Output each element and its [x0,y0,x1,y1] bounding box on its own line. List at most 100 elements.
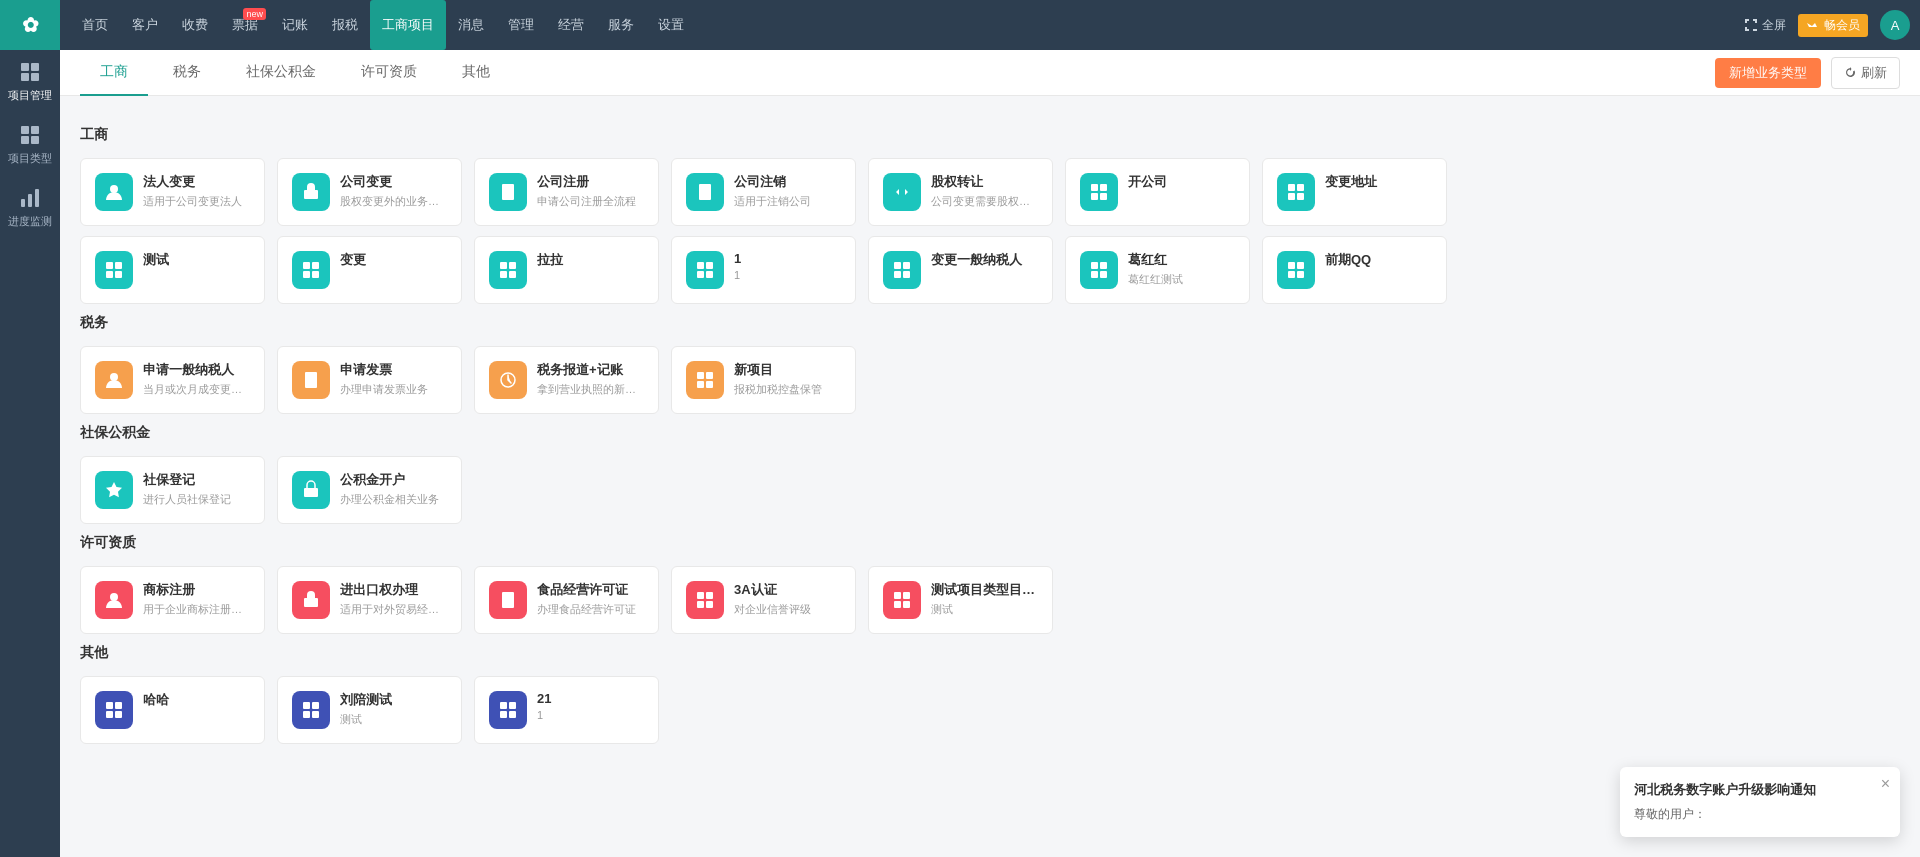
subtab-social[interactable]: 社保公积金 [226,50,336,96]
svg-rect-73 [115,711,122,718]
card-test-type[interactable]: 测试项目类型目定义 测试 [868,566,1053,634]
nav-service[interactable]: 服务 [596,0,646,50]
card-tax-report[interactable]: 税务报道+记账 拿到营业执照的新公司 [474,346,659,414]
refresh-button[interactable]: 刷新 [1831,57,1900,89]
nav-tax[interactable]: 报税 [320,0,370,50]
new-type-button[interactable]: 新增业务类型 [1715,58,1821,88]
svg-rect-49 [1288,271,1295,278]
sidebar-item-project-type[interactable]: 项目类型 [0,113,60,176]
svg-rect-17 [1091,193,1098,200]
card-change-address[interactable]: 变更地址 [1262,158,1447,226]
card-change-tax[interactable]: 变更一般纳税人 [868,236,1053,304]
sidebar-item-project-manage[interactable]: 项目管理 [0,50,60,113]
subtab-biz[interactable]: 工商 [80,50,148,96]
nav-manage[interactable]: 管理 [496,0,546,50]
card-change2[interactable]: 变更 [277,236,462,304]
card-num1[interactable]: 1 1 [671,236,856,304]
fullscreen-btn[interactable]: 全屏 [1744,17,1786,34]
svg-rect-12 [304,190,318,199]
topnav-right: 全屏 畅会员 A [1744,10,1910,40]
card-icon [292,173,330,211]
svg-rect-29 [303,271,310,278]
svg-rect-8 [21,199,25,207]
svg-rect-47 [1288,262,1295,269]
card-front-qq[interactable]: 前期QQ [1262,236,1447,304]
card-haha[interactable]: 哈哈 [80,676,265,744]
nav-accounting[interactable]: 记账 [270,0,320,50]
card-company-change[interactable]: 公司变更 股权变更外的业务变更 [277,158,462,226]
card-liupei-test[interactable]: 刘陪测试 测试 [277,676,462,744]
sidebar: ✿ 项目管理 项目类型 [0,0,60,857]
top-navigation: 首页 客户 收费 票据 new 记账 报税 工商项目 消息 管理 经营 服务 设… [60,0,1920,50]
nav-invoice[interactable]: 票据 new [220,0,270,50]
svg-rect-2 [21,73,29,81]
card-trademark[interactable]: 商标注册 用于企业商标注册服务 [80,566,265,634]
card-equity-transfer[interactable]: 股权转让 公司变更需要股权转让 [868,158,1053,226]
content-area: 工商 税务 社保公积金 许可资质 其他 新增业务类型 刷新 工商 [60,50,1920,857]
subtabs-bar: 工商 税务 社保公积金 许可资质 其他 新增业务类型 刷新 [60,50,1920,96]
svg-rect-48 [1297,262,1304,269]
subtab-license[interactable]: 许可资质 [341,50,437,96]
svg-rect-26 [115,271,122,278]
svg-point-11 [110,185,118,193]
svg-rect-25 [106,271,113,278]
sidebar-item-progress-monitor[interactable]: 进度监测 [0,176,60,239]
svg-rect-18 [1100,193,1107,200]
svg-rect-22 [1297,193,1304,200]
card-icon [1277,251,1315,289]
section-title-social: 社保公积金 [80,424,1900,442]
nav-operation[interactable]: 经营 [546,0,596,50]
card-icon [883,173,921,211]
nav-home[interactable]: 首页 [70,0,120,50]
card-import-export[interactable]: 进出口权办理 适用于对外贸易经营者 [277,566,462,634]
nav-customer[interactable]: 客户 [120,0,170,50]
card-apply-invoice[interactable]: 申请发票 办理申请发票业务 [277,346,462,414]
card-open-company[interactable]: 开公司 [1065,158,1250,226]
nav-billing[interactable]: 收费 [170,0,220,50]
svg-rect-69 [903,601,910,608]
card-legal-change[interactable]: 法人变更 适用于公司变更法人 [80,158,265,226]
subtab-tax[interactable]: 税务 [153,50,221,96]
user-avatar[interactable]: A [1880,10,1910,40]
card-food-license[interactable]: 食品经营许可证 办理食品经营许可证 [474,566,659,634]
card-3a-cert[interactable]: 3A认证 对企业信誉评级 [671,566,856,634]
card-icon [292,471,330,509]
svg-rect-9 [28,194,32,207]
card-num21[interactable]: 21 1 [474,676,659,744]
nav-settings[interactable]: 设置 [646,0,696,50]
subtabs-actions: 新增业务类型 刷新 [1715,57,1900,89]
card-icon [1277,173,1315,211]
tax-cards-grid: 申请一般纳税人 当月或次月成变更完成 申请发票 办理申请发票业务 [80,346,1900,414]
card-social-register[interactable]: 社保登记 进行人员社保登记 [80,456,265,524]
card-icon [95,251,133,289]
card-icon [292,581,330,619]
subtab-other[interactable]: 其他 [442,50,510,96]
svg-rect-36 [706,262,713,269]
svg-rect-7 [31,136,39,144]
section-title-license: 许可资质 [80,534,1900,552]
card-test[interactable]: 测试 [80,236,265,304]
svg-rect-72 [106,711,113,718]
card-icon [489,251,527,289]
card-gehonghong[interactable]: 葛红红 葛红红测试 [1065,236,1250,304]
svg-rect-81 [509,711,516,718]
svg-rect-55 [706,372,713,379]
svg-rect-70 [106,702,113,709]
svg-rect-78 [500,702,507,709]
svg-rect-57 [706,381,713,388]
notification-close[interactable]: × [1881,775,1890,793]
vip-button[interactable]: 畅会员 [1798,14,1868,37]
svg-rect-16 [1100,184,1107,191]
card-icon [686,173,724,211]
svg-rect-38 [706,271,713,278]
card-fund-open[interactable]: 公积金开户 办理公积金相关业务 [277,456,462,524]
card-company-cancel[interactable]: 公司注销 适用于注销公司 [671,158,856,226]
card-new-project[interactable]: 新项目 报税加税控盘保管 [671,346,856,414]
nav-bizproject[interactable]: 工商项目 [370,0,446,50]
card-icon [95,361,133,399]
card-lala[interactable]: 拉拉 [474,236,659,304]
card-apply-taxpayer[interactable]: 申请一般纳税人 当月或次月成变更完成 [80,346,265,414]
card-company-register[interactable]: 公司注册 申请公司注册全流程 [474,158,659,226]
svg-rect-24 [115,262,122,269]
nav-message[interactable]: 消息 [446,0,496,50]
